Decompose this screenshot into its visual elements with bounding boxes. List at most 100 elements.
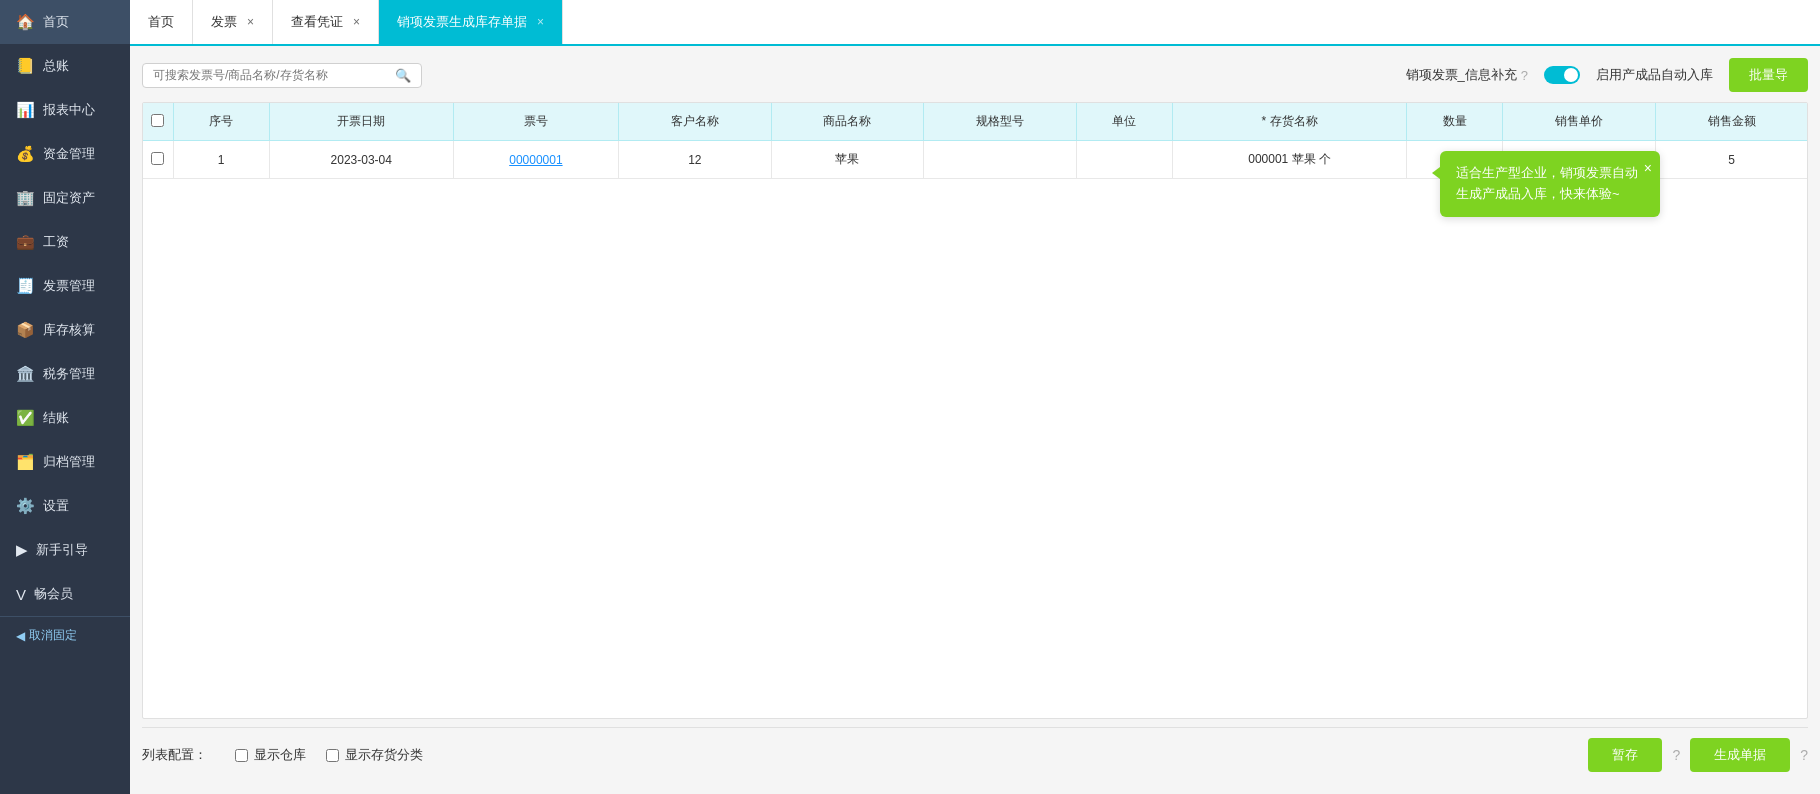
sidebar-item-label: 库存核算 bbox=[43, 321, 95, 339]
fund-icon: 💰 bbox=[16, 145, 35, 163]
header-spec: 规格型号 bbox=[924, 103, 1077, 141]
show-category-group[interactable]: 显示存货分类 bbox=[326, 746, 423, 764]
help-icon[interactable]: ? bbox=[1521, 68, 1528, 83]
header-inventory-name: * 存货名称 bbox=[1173, 103, 1407, 141]
row-open-date: 2023-03-04 bbox=[269, 141, 453, 179]
row-checkbox[interactable] bbox=[151, 152, 164, 165]
tooltip-close-button[interactable]: × bbox=[1644, 157, 1652, 179]
show-warehouse-label: 显示仓库 bbox=[254, 746, 306, 764]
tab-home[interactable]: 首页 bbox=[130, 0, 193, 44]
save-help-icon[interactable]: ? bbox=[1672, 747, 1680, 763]
sidebar-item-settlement[interactable]: ✅ 结账 bbox=[0, 396, 130, 440]
generate-button[interactable]: 生成单据 bbox=[1690, 738, 1790, 772]
show-warehouse-group[interactable]: 显示仓库 bbox=[235, 746, 306, 764]
header-checkbox-cell bbox=[143, 103, 173, 141]
tab-view-voucher[interactable]: 查看凭证 × bbox=[273, 0, 379, 44]
tax-icon: 🏛️ bbox=[16, 365, 35, 383]
header-customer: 客户名称 bbox=[619, 103, 772, 141]
invoice-icon: 🧾 bbox=[16, 277, 35, 295]
header-qty: 数量 bbox=[1407, 103, 1503, 141]
sidebar-item-payroll[interactable]: 💼 工资 bbox=[0, 220, 130, 264]
sidebar-item-archive[interactable]: 🗂️ 归档管理 bbox=[0, 440, 130, 484]
assets-icon: 🏢 bbox=[16, 189, 35, 207]
home-icon: 🏠 bbox=[16, 13, 35, 31]
undo-fixed-button[interactable]: ◀ 取消固定 bbox=[0, 616, 130, 654]
show-category-label: 显示存货分类 bbox=[345, 746, 423, 764]
batch-import-button[interactable]: 批量导 bbox=[1729, 58, 1808, 92]
payroll-icon: 💼 bbox=[16, 233, 35, 251]
table-header-row: 序号 开票日期 票号 客户名称 商品名称 规格型号 单位 * 存货名称 数量 销… bbox=[143, 103, 1807, 141]
archive-icon: 🗂️ bbox=[16, 453, 35, 471]
bottom-actions: 暂存 ? 生成单据 ? bbox=[1588, 738, 1808, 772]
page-title-label: 销项发票_信息补充 ? bbox=[1406, 66, 1528, 84]
row-amount: 5 bbox=[1656, 141, 1807, 179]
header-unit: 单位 bbox=[1076, 103, 1172, 141]
toggle-label: 启用产成品自动入库 bbox=[1596, 66, 1713, 84]
tab-invoice-close[interactable]: × bbox=[247, 15, 254, 29]
inventory-icon: 📦 bbox=[16, 321, 35, 339]
row-customer: 12 bbox=[619, 141, 772, 179]
header-ticket-no: 票号 bbox=[453, 103, 618, 141]
sidebar-item-label: 畅会员 bbox=[34, 585, 73, 603]
show-category-checkbox[interactable] bbox=[326, 749, 339, 762]
sidebar-item-tax[interactable]: 🏛️ 税务管理 bbox=[0, 352, 130, 396]
sidebar-item-label: 首页 bbox=[43, 13, 69, 31]
tab-sale-invoice-close[interactable]: × bbox=[537, 15, 544, 29]
sidebar-item-label: 归档管理 bbox=[43, 453, 95, 471]
row-product-name: 苹果 bbox=[771, 141, 924, 179]
select-all-checkbox[interactable] bbox=[151, 114, 164, 127]
toolbar-right: 销项发票_信息补充 ? 启用产成品自动入库 批量导 bbox=[1406, 58, 1808, 92]
sidebar-item-fixed-assets[interactable]: 🏢 固定资产 bbox=[0, 176, 130, 220]
sidebar-item-label: 设置 bbox=[43, 497, 69, 515]
page-title-text: 销项发票_信息补充 bbox=[1406, 66, 1517, 84]
search-box[interactable]: 🔍 bbox=[142, 63, 422, 88]
sidebar-item-reports[interactable]: 📊 报表中心 bbox=[0, 88, 130, 132]
settlement-icon: ✅ bbox=[16, 409, 35, 427]
sidebar-item-inventory[interactable]: 📦 库存核算 bbox=[0, 308, 130, 352]
main-content: 首页 发票 × 查看凭证 × 销项发票生成库存单据 × 🔍 销项发票_信息补充 … bbox=[130, 0, 1820, 794]
undo-label: 取消固定 bbox=[29, 627, 77, 644]
ledger-icon: 📒 bbox=[16, 57, 35, 75]
header-open-date: 开票日期 bbox=[269, 103, 453, 141]
sidebar-item-label: 结账 bbox=[43, 409, 69, 427]
sidebar-item-general-ledger[interactable]: 📒 总账 bbox=[0, 44, 130, 88]
sidebar-item-invoice-mgmt[interactable]: 🧾 发票管理 bbox=[0, 264, 130, 308]
header-unit-price: 销售单价 bbox=[1503, 103, 1656, 141]
header-seq: 序号 bbox=[173, 103, 269, 141]
save-button[interactable]: 暂存 bbox=[1588, 738, 1662, 772]
header-amount: 销售金额 bbox=[1656, 103, 1807, 141]
row-checkbox-cell bbox=[143, 141, 173, 179]
row-spec bbox=[924, 141, 1077, 179]
page-content: 🔍 销项发票_信息补充 ? 启用产成品自动入库 批量导 bbox=[130, 46, 1820, 794]
tooltip-bubble: × 适合生产型企业，销项发票自动生成产成品入库，快来体验~ bbox=[1440, 151, 1660, 217]
tab-invoice[interactable]: 发票 × bbox=[193, 0, 273, 44]
sidebar-item-label: 工资 bbox=[43, 233, 69, 251]
row-ticket-no[interactable]: 00000001 bbox=[453, 141, 618, 179]
show-warehouse-checkbox[interactable] bbox=[235, 749, 248, 762]
row-unit bbox=[1076, 141, 1172, 179]
sidebar-item-label: 资金管理 bbox=[43, 145, 95, 163]
search-input[interactable] bbox=[153, 68, 389, 82]
row-seq: 1 bbox=[173, 141, 269, 179]
tab-home-label: 首页 bbox=[148, 13, 174, 31]
sidebar-item-fund[interactable]: 💰 资金管理 bbox=[0, 132, 130, 176]
bottom-bar: 列表配置： 显示仓库 显示存货分类 暂存 ? 生成单据 ? bbox=[142, 727, 1808, 782]
auto-inbound-toggle[interactable] bbox=[1544, 66, 1580, 84]
search-icon[interactable]: 🔍 bbox=[395, 68, 411, 83]
sidebar-item-label: 固定资产 bbox=[43, 189, 95, 207]
sidebar-item-home[interactable]: 🏠 首页 bbox=[0, 0, 130, 44]
tab-invoice-label: 发票 bbox=[211, 13, 237, 31]
tab-sale-invoice[interactable]: 销项发票生成库存单据 × bbox=[379, 0, 563, 44]
row-inventory-name: 000001 苹果 个 bbox=[1173, 141, 1407, 179]
toolbar: 🔍 销项发票_信息补充 ? 启用产成品自动入库 批量导 bbox=[142, 58, 1808, 92]
sidebar-item-guide[interactable]: ▶ 新手引导 bbox=[0, 528, 130, 572]
header-product-name: 商品名称 bbox=[771, 103, 924, 141]
sidebar-item-vip[interactable]: V 畅会员 bbox=[0, 572, 130, 616]
sidebar-item-label: 新手引导 bbox=[36, 541, 88, 559]
sidebar-item-label: 报表中心 bbox=[43, 101, 95, 119]
sidebar-item-label: 总账 bbox=[43, 57, 69, 75]
undo-icon: ◀ bbox=[16, 629, 25, 643]
generate-help-icon[interactable]: ? bbox=[1800, 747, 1808, 763]
sidebar-item-settings[interactable]: ⚙️ 设置 bbox=[0, 484, 130, 528]
tab-view-voucher-close[interactable]: × bbox=[353, 15, 360, 29]
